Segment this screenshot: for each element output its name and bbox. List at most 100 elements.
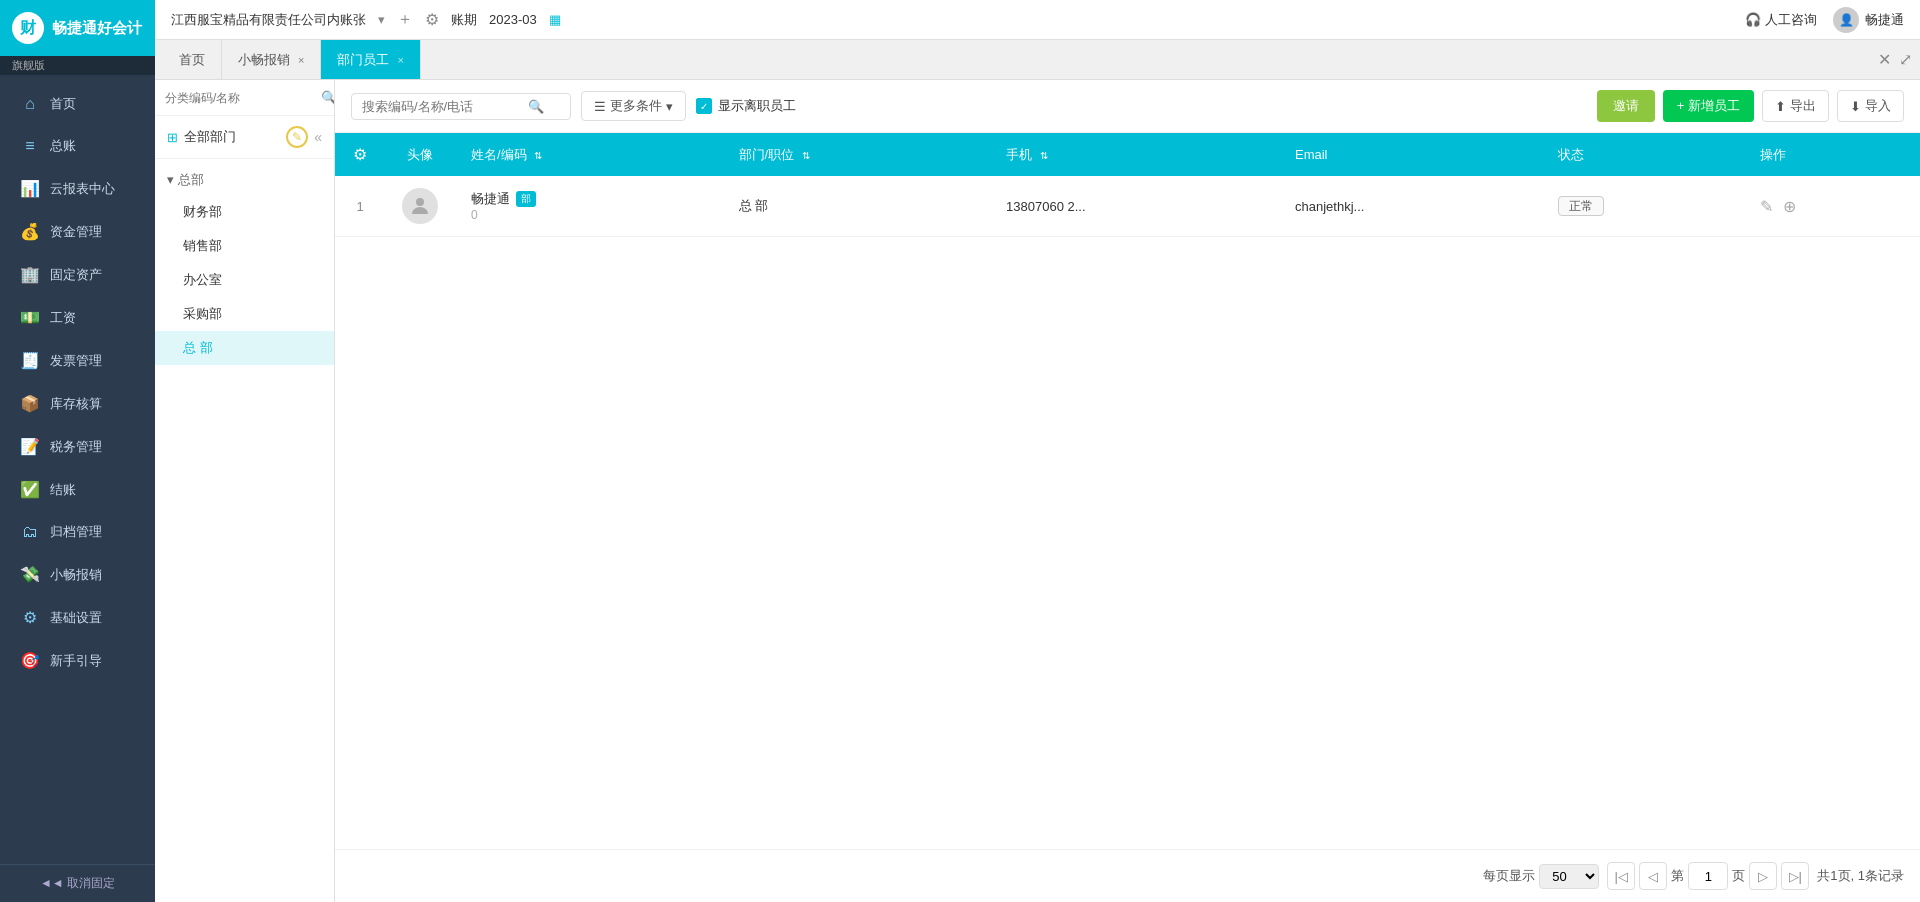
- tab-dept[interactable]: 部门员工 ×: [321, 40, 420, 79]
- col-dept[interactable]: 部门/职位 ⇅: [723, 133, 991, 176]
- page-label: 第: [1671, 867, 1684, 885]
- dept-edit-button[interactable]: ✎: [286, 126, 308, 148]
- user-menu[interactable]: 👤 畅捷通: [1833, 7, 1904, 33]
- per-page-dropdown[interactable]: 50 100 200: [1539, 864, 1599, 889]
- tab-dept-close[interactable]: ×: [397, 54, 403, 66]
- tab-xiaochange-close[interactable]: ×: [298, 54, 304, 66]
- col-name[interactable]: 姓名/编码 ⇅: [455, 133, 723, 176]
- sidebar-item-ledger[interactable]: ≡ 总账: [0, 125, 155, 167]
- svg-point-0: [416, 198, 424, 206]
- right-panel: 🔍 ☰ 更多条件 ▾ ✓ 显示离职员工 邀请 + 新增员工: [335, 80, 1920, 902]
- more-filter-button[interactable]: ☰ 更多条件 ▾: [581, 91, 686, 121]
- show-resigned-label: 显示离职员工: [718, 97, 796, 115]
- sidebar-item-xiaochangxiao[interactable]: 💸 小畅报销: [0, 553, 155, 596]
- dept-item-caiwu[interactable]: 财务部: [155, 195, 334, 229]
- logout-action-icon[interactable]: ⊕: [1783, 197, 1796, 216]
- tabbar-right: ✕ ⤢: [1878, 40, 1920, 79]
- logo-icon: 财: [12, 12, 44, 44]
- sidebar-item-settings[interactable]: ⚙ 基础设置: [0, 596, 155, 639]
- sidebar-item-salary[interactable]: 💵 工资: [0, 296, 155, 339]
- sidebar-item-guide[interactable]: 🎯 新手引导: [0, 639, 155, 682]
- dept-item-caigou[interactable]: 采购部: [155, 297, 334, 331]
- dept-item-zongbu-selected[interactable]: 总 部: [155, 331, 334, 365]
- add-employee-button[interactable]: + 新增员工: [1663, 90, 1754, 122]
- employee-search-icon[interactable]: 🔍: [528, 99, 544, 114]
- employee-name: 畅捷通: [471, 190, 510, 208]
- page-nav: |◁ ◁ 第 页 ▷ ▷|: [1607, 862, 1809, 890]
- tab-close-all-icon[interactable]: ✕: [1878, 50, 1891, 69]
- sidebar: 财 畅捷通好会计 旗舰版 ⌂ 首页 ≡ 总账 📊 云报表中心 💰 资金管理 🏢 …: [0, 0, 155, 902]
- import-button[interactable]: ⬇ 导入: [1837, 90, 1904, 122]
- edit-action-icon[interactable]: ✎: [1760, 197, 1773, 216]
- sidebar-item-label: 结账: [50, 481, 76, 499]
- table-row: 1 畅捷通 部 0: [335, 176, 1920, 237]
- check-icon: ✓: [700, 101, 708, 112]
- tab-home-label: 首页: [179, 51, 205, 69]
- dept-search-bar: 🔍: [155, 80, 334, 116]
- guide-icon: 🎯: [20, 651, 40, 670]
- sidebar-item-archive[interactable]: 🗂 归档管理: [0, 511, 155, 553]
- page-input[interactable]: [1688, 862, 1728, 890]
- sidebar-item-label: 基础设置: [50, 609, 102, 627]
- page-first-button[interactable]: |◁: [1607, 862, 1635, 890]
- dept-item-zongbu-parent[interactable]: ▾ 总部: [155, 165, 334, 195]
- topbar-settings-icon[interactable]: ⚙: [425, 10, 439, 29]
- sidebar-item-label: 固定资产: [50, 266, 102, 284]
- page-next-button[interactable]: ▷: [1749, 862, 1777, 890]
- sidebar-item-funds[interactable]: 💰 资金管理: [0, 210, 155, 253]
- consult-button[interactable]: 🎧 人工咨询: [1745, 11, 1817, 29]
- import-icon: ⬇: [1850, 99, 1861, 114]
- sidebar-item-assets[interactable]: 🏢 固定资产: [0, 253, 155, 296]
- col-status: 状态: [1542, 133, 1744, 176]
- tab-xiaochange-label: 小畅报销: [238, 51, 290, 69]
- invite-button[interactable]: 邀请: [1597, 90, 1655, 122]
- sidebar-item-inventory[interactable]: 📦 库存核算: [0, 382, 155, 425]
- tab-home[interactable]: 首页: [163, 40, 222, 79]
- filter-icon: ☰: [594, 99, 606, 114]
- tab-dept-label: 部门员工: [337, 51, 389, 69]
- dept-search-input[interactable]: [165, 91, 315, 105]
- col-phone[interactable]: 手机 ⇅: [990, 133, 1279, 176]
- home-icon: ⌂: [20, 95, 40, 113]
- topbar-right: 🎧 人工咨询 👤 畅捷通: [1745, 7, 1904, 33]
- dept-collapse-icon[interactable]: «: [314, 129, 322, 145]
- page-last-button[interactable]: ▷|: [1781, 862, 1809, 890]
- sidebar-item-reports[interactable]: 📊 云报表中心: [0, 167, 155, 210]
- cancel-fixed-button[interactable]: ◄◄ 取消固定: [12, 875, 143, 892]
- status-badge: 正常: [1558, 196, 1604, 216]
- export-icon: ⬆: [1775, 99, 1786, 114]
- tab-xiaochange[interactable]: 小畅报销 ×: [222, 40, 321, 79]
- employee-search-input[interactable]: [362, 99, 522, 114]
- sidebar-footer: ◄◄ 取消固定: [0, 864, 155, 902]
- filter-dropdown-icon: ▾: [666, 99, 673, 114]
- dept-item-bangongshi[interactable]: 办公室: [155, 263, 334, 297]
- funds-icon: 💰: [20, 222, 40, 241]
- company-dropdown-icon[interactable]: ▾: [378, 12, 385, 27]
- dept-search-icon[interactable]: 🔍: [321, 90, 335, 105]
- consult-label: 人工咨询: [1765, 11, 1817, 29]
- table-settings-icon[interactable]: ⚙: [353, 146, 367, 163]
- col-phone-sort-icon: ⇅: [1040, 150, 1048, 161]
- topbar: 江西服宝精品有限责任公司内账张 ▾ ＋ ⚙ 账期 2023-03 ▦ 🎧 人工咨…: [155, 0, 1920, 40]
- export-button[interactable]: ⬆ 导出: [1762, 90, 1829, 122]
- page-prev-button[interactable]: ◁: [1639, 862, 1667, 890]
- dept-all-label[interactable]: 全部部门: [184, 128, 280, 146]
- col-dept-sort-icon: ⇅: [802, 150, 810, 161]
- checkout-icon: ✅: [20, 480, 40, 499]
- sidebar-item-invoice[interactable]: 🧾 发票管理: [0, 339, 155, 382]
- sidebar-item-label: 发票管理: [50, 352, 102, 370]
- sidebar-item-tax[interactable]: 📝 税务管理: [0, 425, 155, 468]
- name-cell-inner: 畅捷通 部: [471, 190, 707, 208]
- add-tab-button[interactable]: ＋: [397, 9, 413, 30]
- import-label: 导入: [1865, 97, 1891, 115]
- xiaochangxiao-icon: 💸: [20, 565, 40, 584]
- dept-item-xiaoshou[interactable]: 销售部: [155, 229, 334, 263]
- employee-code: 0: [471, 208, 707, 222]
- sidebar-item-home[interactable]: ⌂ 首页: [0, 83, 155, 125]
- calendar-icon[interactable]: ▦: [549, 12, 561, 27]
- col-settings[interactable]: ⚙: [335, 133, 385, 176]
- dept-badge: 部: [516, 191, 536, 207]
- sidebar-item-checkout[interactable]: ✅ 结账: [0, 468, 155, 511]
- tab-expand-icon[interactable]: ⤢: [1899, 50, 1912, 69]
- show-resigned-checkbox[interactable]: ✓ 显示离职员工: [696, 97, 796, 115]
